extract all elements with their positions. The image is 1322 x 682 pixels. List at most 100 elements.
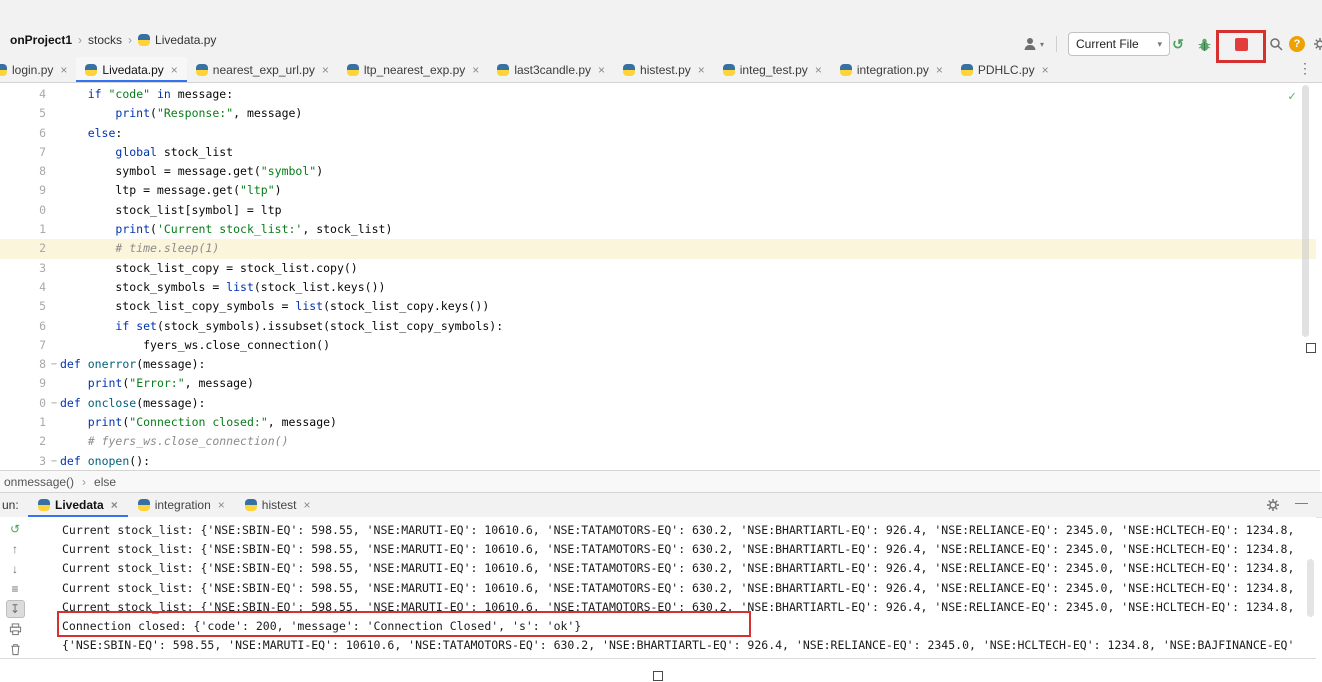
line-number: 3 [39,453,46,468]
fold-marker [48,278,60,297]
line-number: 6 [39,125,46,140]
clear-console-icon[interactable] [6,640,24,658]
chevron-down-icon: ▾ [1157,38,1162,49]
tab-close-icon[interactable]: × [218,498,225,512]
run-tab-label: Livedata [55,498,104,512]
code-text: def onclose(message): [60,395,206,410]
tab-close-icon[interactable]: × [60,63,67,77]
code-line[interactable]: 7 fyers_ws.close_connection() [0,336,1316,355]
fold-marker[interactable]: − [48,355,60,374]
code-line[interactable]: 3 stock_list_copy = stock_list.copy() [0,259,1316,278]
tab-close-icon[interactable]: × [111,498,118,512]
editor-tab-Livedata.py[interactable]: Livedata.py × [76,57,187,82]
fold-marker [48,143,60,162]
code-line[interactable]: 3− def onopen(): [0,452,1316,471]
editor-tab-PDHLC.py[interactable]: PDHLC.py × [952,57,1058,82]
code-line[interactable]: 2 # time.sleep(1) [0,239,1316,259]
breadcrumb-label: onProject1 [10,33,73,47]
editor-tab-integration.py[interactable]: integration.py × [831,57,952,82]
tab-options-icon[interactable]: ⋮ [1298,60,1312,77]
code-line[interactable]: 4 if "code" in message: [0,85,1316,104]
soft-wrap-icon[interactable]: ≡ [6,580,24,598]
fold-marker [48,85,60,104]
editor-tab-ltp_nearest_exp.py[interactable]: ltp_nearest_exp.py × [338,57,488,82]
code-line[interactable]: 1 print('Current stock_list:', stock_lis… [0,220,1316,239]
tab-close-icon[interactable]: × [303,498,310,512]
run-tab-Livedata[interactable]: Livedata × [28,493,128,517]
fold-marker[interactable]: − [48,394,60,413]
toolbar-actions: ▾ Current File ▾ ↺ ? [1010,30,1322,58]
run-tab-histest[interactable]: histest × [235,493,321,517]
code-line[interactable]: 2 # fyers_ws.close_connection() [0,432,1316,451]
code-line[interactable]: 9 print("Error:", message) [0,374,1316,393]
code-line[interactable]: 8− def onerror(message): [0,355,1316,374]
console-line: Current stock_list: {'NSE:SBIN-EQ': 598.… [62,561,1295,576]
editor-tab-login.py[interactable]: login.py × [0,57,76,82]
editor-tab-last3candle.py[interactable]: last3candle.py × [488,57,614,82]
tab-close-icon[interactable]: × [598,63,605,77]
console-line: Current stock_list: {'NSE:SBIN-EQ': 598.… [62,542,1295,557]
code-line[interactable]: 5 stock_list_copy_symbols = list(stock_l… [0,297,1316,316]
code-line[interactable]: 4 stock_symbols = list(stock_list.keys()… [0,278,1316,297]
print-icon[interactable] [6,620,24,638]
fold-marker[interactable]: − [48,452,60,471]
tab-close-icon[interactable]: × [1042,63,1049,77]
rerun-icon[interactable]: ↺ [6,520,24,538]
splitter-handle-right[interactable] [1306,343,1316,353]
up-icon[interactable]: ↑ [6,540,24,558]
rerun-icon[interactable]: ↺ [1168,30,1188,58]
editor-scrollbar[interactable] [1302,85,1309,337]
fold-marker [48,432,60,451]
breadcrumb-item[interactable]: onProject1 [10,33,72,47]
tab-close-icon[interactable]: × [472,63,479,77]
code-line[interactable]: 8 symbol = message.get("symbol") [0,162,1316,181]
splitter-handle-bottom[interactable] [653,671,663,681]
run-config-select[interactable]: Current File ▾ [1068,32,1170,56]
help-icon[interactable]: ? [1289,30,1305,58]
tab-close-icon[interactable]: × [815,63,822,77]
line-number: 1 [39,222,46,237]
breadcrumb-item[interactable]: else [94,475,116,489]
minimize-icon[interactable]: — [1295,495,1308,510]
tab-close-icon[interactable]: × [698,63,705,77]
inspections-ok-icon[interactable]: ✓ [1288,87,1296,106]
python-file-icon [137,499,150,511]
stop-button[interactable] [1228,30,1254,58]
run-tab-integration[interactable]: integration × [128,493,235,517]
breadcrumb-item[interactable]: Livedata.py [138,33,216,47]
run-settings-icon[interactable] [1266,498,1280,512]
code-editor[interactable]: 4 if "code" in message: 5 print("Response… [0,83,1316,472]
editor-tab-nearest_exp_url.py[interactable]: nearest_exp_url.py × [187,57,338,82]
code-line[interactable]: 6 if set(stock_symbols).issubset(stock_l… [0,317,1316,336]
tab-close-icon[interactable]: × [322,63,329,77]
tab-label: Livedata.py [102,62,164,77]
down-icon[interactable]: ↓ [6,560,24,578]
code-line[interactable]: 0 stock_list[symbol] = ltp [0,201,1316,220]
editor-tab-histest.py[interactable]: histest.py × [614,57,714,82]
fold-marker [48,239,60,258]
scroll-to-end-icon[interactable]: ↧ [5,600,25,618]
code-line[interactable]: 5 print("Response:", message) [0,104,1316,123]
run-console[interactable]: ↺ ↑ ↓ ≡ ↧ Current stock_list: {'NSE:SBIN-EQ'… [0,517,1316,659]
console-scrollbar[interactable] [1307,559,1314,617]
fold-marker [48,124,60,143]
tab-close-icon[interactable]: × [171,63,178,77]
console-line-connection-closed: Connection closed: {'code': 200, 'messag… [62,618,582,633]
code-line[interactable]: 1 print("Connection closed:", message) [0,413,1316,432]
console-output[interactable]: Current stock_list: {'NSE:SBIN-EQ': 598.… [30,517,1306,658]
tab-close-icon[interactable]: × [936,63,943,77]
fold-marker [48,104,60,123]
breadcrumb-item[interactable]: stocks [88,33,122,47]
code-line[interactable]: 6 else: [0,124,1316,143]
debug-icon[interactable] [1194,30,1214,58]
code-line[interactable]: 7 global stock_list [0,143,1316,162]
code-line[interactable]: 0− def onclose(message): [0,394,1316,413]
breadcrumb-item[interactable]: onmessage() [4,475,74,489]
python-file-icon [244,499,257,511]
code-line[interactable]: 9 ltp = message.get("ltp") [0,181,1316,200]
editor-tab-integ_test.py[interactable]: integ_test.py × [714,57,831,82]
search-icon[interactable] [1266,30,1286,58]
pycharm-window: onProject1 › stocks › Livedata.py ▾ Current … [0,0,1322,682]
settings-icon[interactable] [1310,30,1322,58]
user-icon[interactable]: ▾ [1022,30,1044,58]
